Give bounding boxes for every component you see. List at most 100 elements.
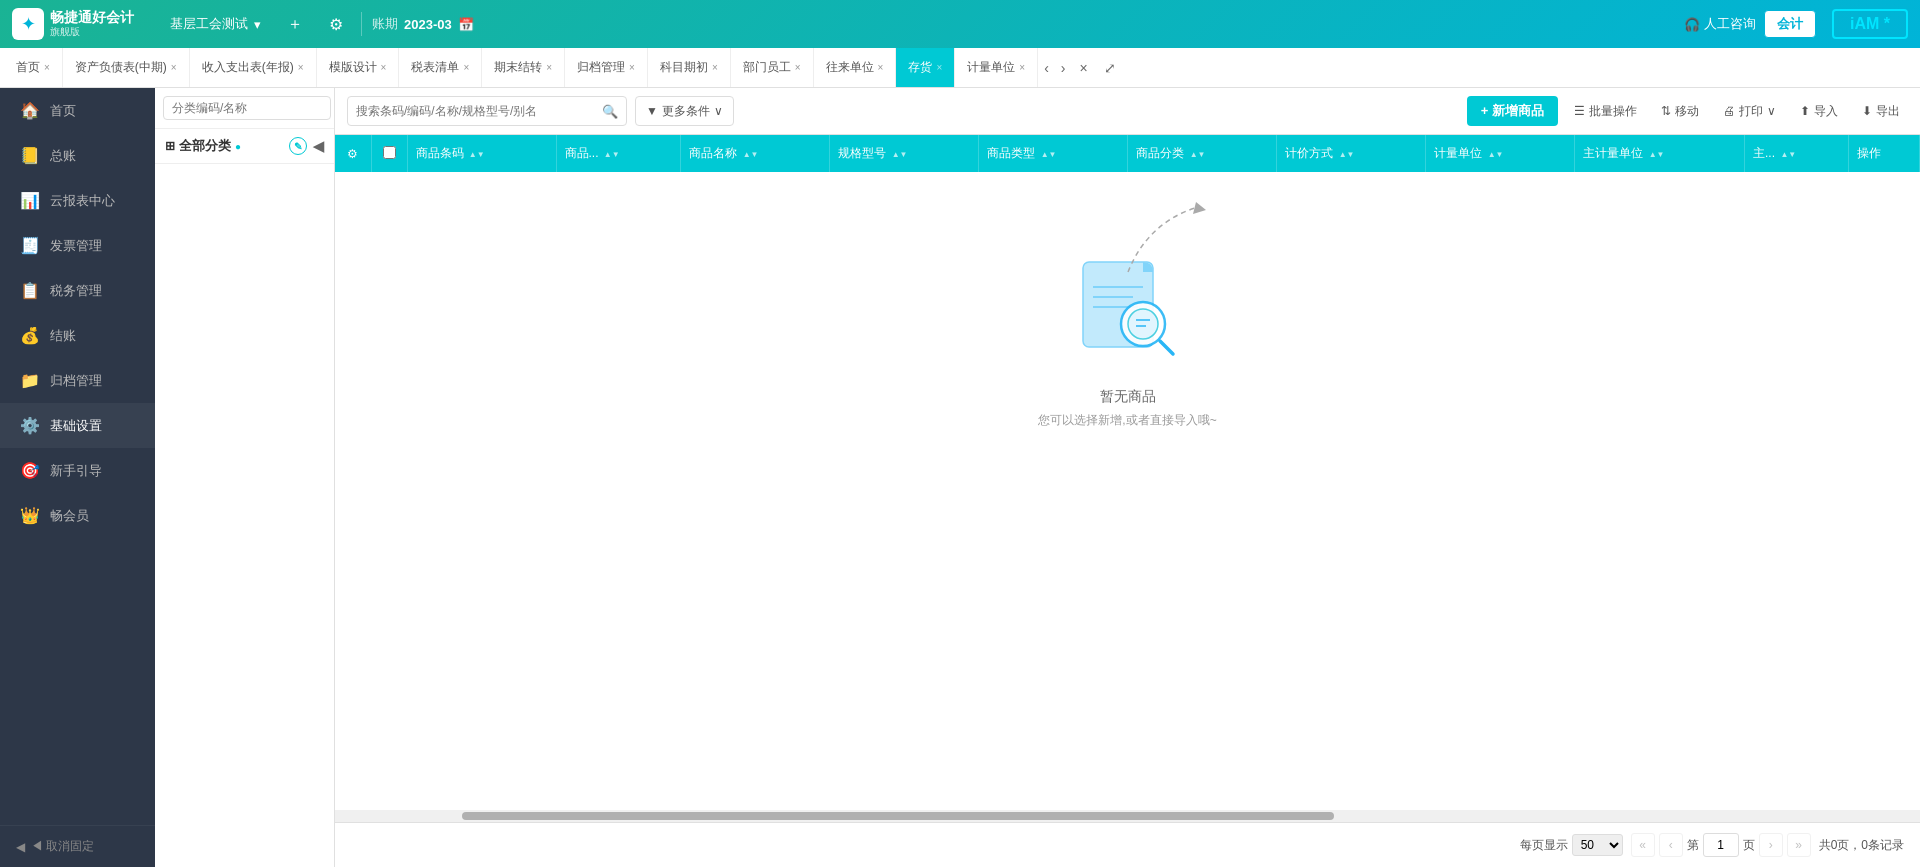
th-barcode[interactable]: 商品条码 ▲▼	[407, 135, 556, 172]
th-category[interactable]: 商品分类 ▲▼	[1128, 135, 1277, 172]
import-button[interactable]: ⬆ 导入	[1792, 96, 1846, 126]
th-spec[interactable]: 规格型号 ▲▼	[830, 135, 979, 172]
tab-template[interactable]: 模版设计 ×	[317, 48, 400, 88]
category-edit-icon[interactable]: ✎	[289, 137, 307, 155]
tab-home[interactable]: 首页 ×	[4, 48, 63, 88]
svg-point-7	[1128, 309, 1158, 339]
sidebar-unpin-button[interactable]: ◀ ◀ 取消固定	[0, 825, 155, 867]
print-icon: 🖨	[1723, 104, 1735, 118]
sidebar-item-settle[interactable]: 💰 结账	[0, 313, 155, 358]
prev-page-button[interactable]: ‹	[1659, 833, 1683, 857]
horizontal-scrollbar[interactable]	[335, 810, 1920, 822]
tab-home-close-icon[interactable]: ×	[44, 62, 50, 73]
tab-period-close-label: 期末结转	[494, 59, 542, 76]
print-label: 打印	[1739, 103, 1763, 120]
export-icon: ⬇	[1862, 104, 1872, 118]
sidebar-item-home-label: 首页	[50, 102, 76, 120]
sidebar-item-home[interactable]: 🏠 首页	[0, 88, 155, 133]
per-page-select[interactable]: 10 20 50 100	[1572, 834, 1623, 856]
sidebar-item-member[interactable]: 👑 畅会员	[0, 493, 155, 538]
calendar-icon[interactable]: 📅	[458, 17, 474, 32]
tab-partners-close-icon[interactable]: ×	[878, 62, 884, 73]
tab-dept-staff[interactable]: 部门员工 ×	[731, 48, 814, 88]
tab-scroll-left-button[interactable]: ‹	[1038, 60, 1055, 76]
account-button[interactable]: 会计	[1764, 10, 1816, 38]
sidebar-item-tax[interactable]: 📋 税务管理	[0, 268, 155, 313]
page-number-input[interactable]	[1703, 833, 1739, 857]
app-edition: 旗舰版	[50, 25, 134, 39]
add-product-button[interactable]: + 新增商品	[1467, 96, 1558, 126]
category-search-input[interactable]	[163, 96, 331, 120]
tax-icon: 📋	[20, 281, 40, 300]
total-records-label: 共0页，0条记录	[1819, 837, 1904, 854]
th-type[interactable]: 商品类型 ▲▼	[979, 135, 1128, 172]
th-unit[interactable]: 计量单位 ▲▼	[1426, 135, 1575, 172]
th-price-method[interactable]: 计价方式 ▲▼	[1277, 135, 1426, 172]
iam-button[interactable]: iAM *	[1832, 9, 1908, 39]
tab-inventory-close-icon[interactable]: ×	[936, 62, 942, 73]
batch-action-button[interactable]: ☰ 批量操作	[1566, 96, 1645, 126]
th-settings[interactable]: ⚙	[335, 135, 371, 172]
tab-income-close-icon[interactable]: ×	[298, 62, 304, 73]
next-page-button[interactable]: ›	[1759, 833, 1783, 857]
filter-label: 更多条件	[662, 103, 710, 120]
tab-archive[interactable]: 归档管理 ×	[565, 48, 648, 88]
filter-button[interactable]: ▼ 更多条件 ∨	[635, 96, 734, 126]
th-checkbox[interactable]	[371, 135, 407, 172]
tab-archive-close-icon[interactable]: ×	[629, 62, 635, 73]
settings-gear-icon[interactable]: ⚙	[321, 11, 351, 38]
th-name[interactable]: 商品名称 ▲▼	[681, 135, 830, 172]
tab-expand-button[interactable]: ⤢	[1096, 60, 1124, 76]
th-code[interactable]: 商品... ▲▼	[556, 135, 681, 172]
category-collapse-icon[interactable]: ◀	[313, 138, 324, 154]
add-tab-button[interactable]: ＋	[279, 10, 311, 39]
tab-partners[interactable]: 往来单位 ×	[814, 48, 897, 88]
sidebar-item-settings[interactable]: ⚙️ 基础设置	[0, 403, 155, 448]
tab-tax[interactable]: 税表清单 ×	[399, 48, 482, 88]
tab-period-close[interactable]: 期末结转 ×	[482, 48, 565, 88]
tab-unit-close-icon[interactable]: ×	[1019, 62, 1025, 73]
tab-inventory[interactable]: 存货 ×	[896, 48, 955, 88]
empty-state: 暂无商品 您可以选择新增,或者直接导入哦~	[335, 172, 1920, 509]
move-button[interactable]: ⇅ 移动	[1653, 96, 1707, 126]
first-page-button[interactable]: «	[1631, 833, 1655, 857]
print-button[interactable]: 🖨 打印 ∨	[1715, 96, 1784, 126]
consult-button[interactable]: 🎧 人工咨询	[1684, 15, 1756, 33]
tab-subject-init-close-icon[interactable]: ×	[712, 62, 718, 73]
tab-unit[interactable]: 计量单位 ×	[955, 48, 1038, 88]
category-all-label[interactable]: 全部分类	[179, 137, 231, 155]
product-search-area: 🔍	[347, 96, 627, 126]
tab-dept-staff-close-icon[interactable]: ×	[795, 62, 801, 73]
filter-chevron-icon: ∨	[714, 104, 723, 118]
tab-balance-sheet-close-icon[interactable]: ×	[171, 62, 177, 73]
tab-income[interactable]: 收入支出表(年报) ×	[190, 48, 317, 88]
tab-subject-init[interactable]: 科目期初 ×	[648, 48, 731, 88]
category-search-area: 🔍	[155, 88, 334, 129]
th-main-unit[interactable]: 主计量单位 ▲▼	[1575, 135, 1745, 172]
sidebar-item-settings-label: 基础设置	[50, 417, 102, 435]
scrollbar-thumb[interactable]	[462, 812, 1334, 820]
sidebar-item-archive[interactable]: 📁 归档管理	[0, 358, 155, 403]
tab-balance-sheet[interactable]: 资产负债表(中期) ×	[63, 48, 190, 88]
sidebar-item-invoice[interactable]: 🧾 发票管理	[0, 223, 155, 268]
member-icon: 👑	[20, 506, 40, 525]
sidebar-item-ledger[interactable]: 📒 总账	[0, 133, 155, 178]
sidebar-item-reports[interactable]: 📊 云报表中心	[0, 178, 155, 223]
sidebar-item-guide[interactable]: 🎯 新手引导	[0, 448, 155, 493]
pagination: 每页显示 10 20 50 100 « ‹ 第 页	[335, 822, 1920, 867]
select-all-checkbox[interactable]	[383, 146, 396, 159]
export-button[interactable]: ⬇ 导出	[1854, 96, 1908, 126]
tab-period-close-icon[interactable]: ×	[546, 62, 552, 73]
tab-template-close-icon[interactable]: ×	[381, 62, 387, 73]
export-label: 导出	[1876, 103, 1900, 120]
tab-close-all-button[interactable]: ×	[1071, 60, 1095, 76]
th-main-abbr[interactable]: 主... ▲▼	[1745, 135, 1849, 172]
tab-tax-close-icon[interactable]: ×	[463, 62, 469, 73]
last-page-button[interactable]: »	[1787, 833, 1811, 857]
category-header: ⊞ 全部分类 ● ✎ ◀	[155, 129, 334, 164]
product-search-icon[interactable]: 🔍	[602, 104, 618, 119]
tab-scroll-right-button[interactable]: ›	[1055, 60, 1072, 76]
product-search-input[interactable]	[356, 104, 602, 118]
consult-label: 人工咨询	[1704, 15, 1756, 33]
company-selector[interactable]: 基层工会测试 ▾	[162, 11, 269, 37]
